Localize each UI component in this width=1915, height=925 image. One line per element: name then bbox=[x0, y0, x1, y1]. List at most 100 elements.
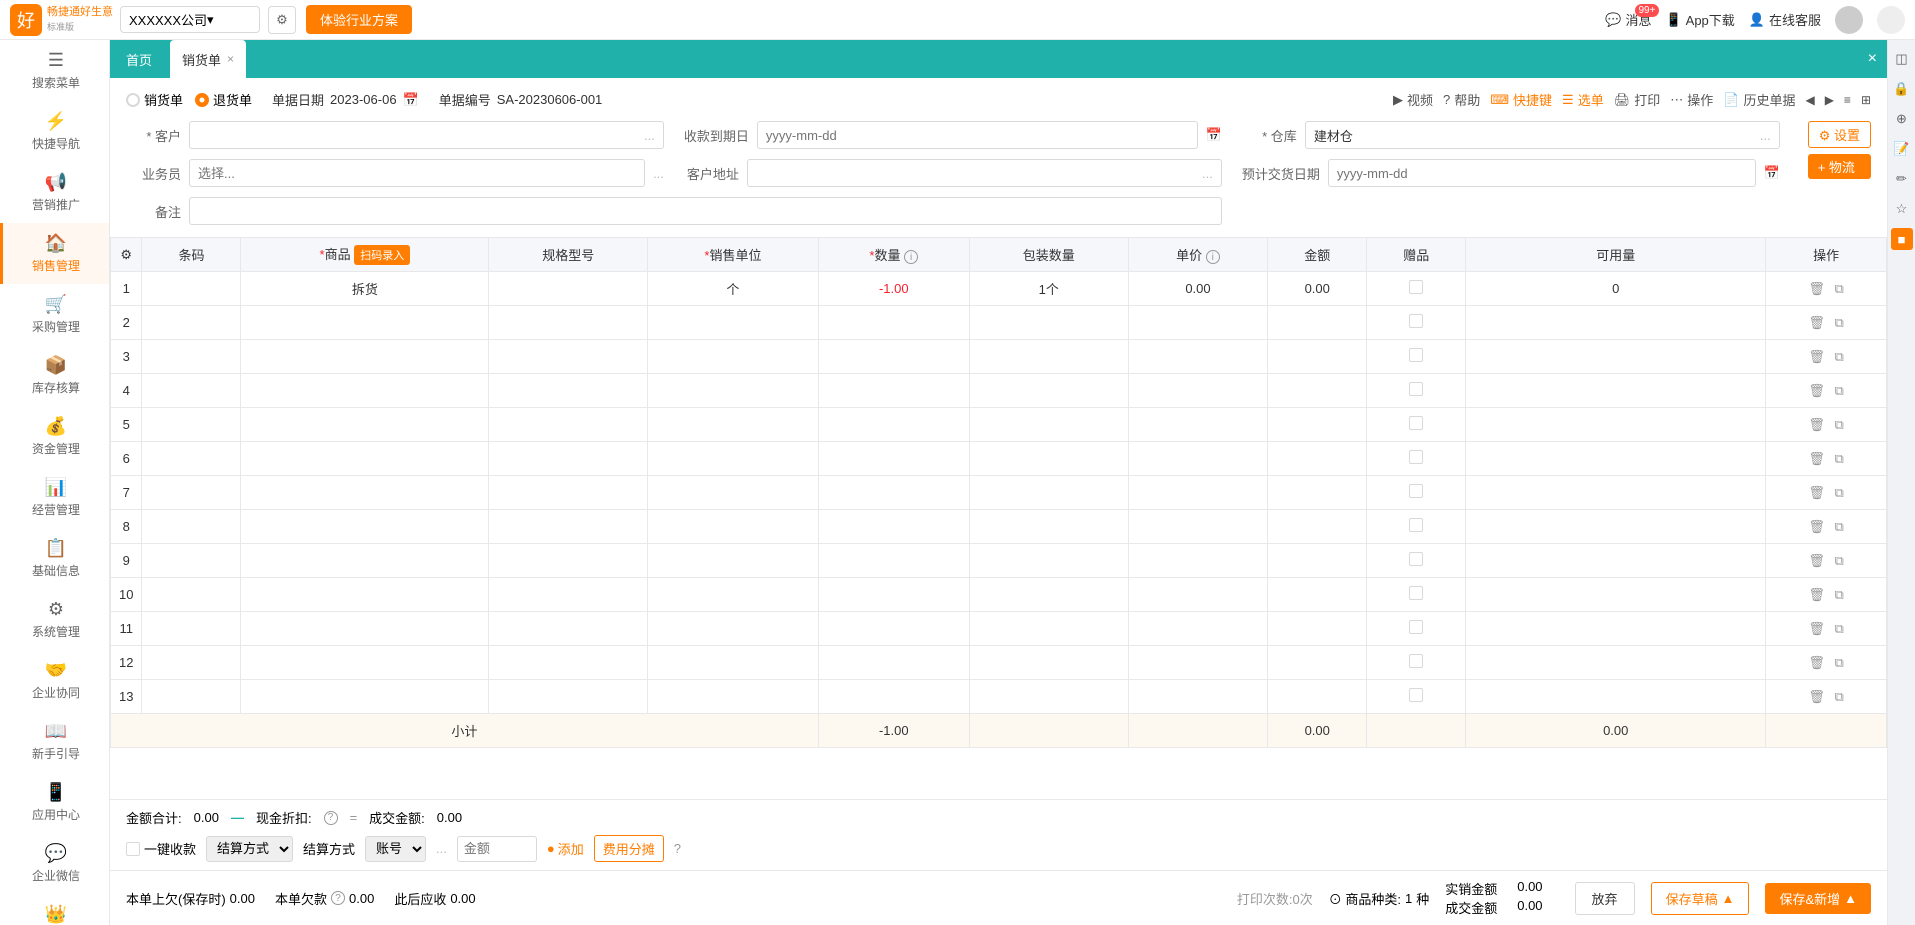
row-product[interactable] bbox=[241, 408, 489, 442]
row-amount[interactable] bbox=[1268, 408, 1367, 442]
account-select[interactable]: 账号 bbox=[365, 836, 426, 862]
delivery-input[interactable] bbox=[1328, 159, 1756, 187]
row-gift[interactable] bbox=[1367, 510, 1466, 544]
row-unit[interactable] bbox=[648, 442, 819, 476]
copy-icon[interactable]: ⧉ bbox=[1835, 689, 1844, 704]
row-spec[interactable] bbox=[489, 578, 648, 612]
qty-info-icon[interactable]: i bbox=[904, 250, 918, 264]
row-gift[interactable] bbox=[1367, 442, 1466, 476]
row-gift[interactable] bbox=[1367, 578, 1466, 612]
row-pkg[interactable] bbox=[969, 408, 1128, 442]
sidebar-item-inventory[interactable]: 📦 库存核算 bbox=[0, 345, 109, 406]
warehouse-input[interactable]: 建材仓 ... bbox=[1305, 121, 1780, 149]
row-spec[interactable] bbox=[489, 408, 648, 442]
row-qty[interactable]: -1.00 bbox=[818, 272, 969, 306]
copy-icon[interactable]: ⧉ bbox=[1835, 587, 1844, 602]
row-product[interactable] bbox=[241, 578, 489, 612]
row-barcode[interactable] bbox=[142, 646, 241, 680]
app-download-button[interactable]: 📱 App下载 bbox=[1665, 10, 1734, 29]
row-amount[interactable] bbox=[1268, 340, 1367, 374]
row-unit[interactable] bbox=[648, 544, 819, 578]
right-icon-7[interactable]: ■ bbox=[1891, 228, 1913, 250]
right-icon-2[interactable]: 🔒 bbox=[1891, 78, 1913, 100]
row-amount[interactable] bbox=[1268, 612, 1367, 646]
address-input[interactable]: ... bbox=[747, 159, 1222, 187]
calendar-icon[interactable]: 📅 bbox=[403, 92, 419, 108]
right-icon-4[interactable]: 📝 bbox=[1891, 138, 1913, 160]
video-btn[interactable]: ▶ 视频 bbox=[1393, 90, 1433, 109]
gift-checkbox[interactable] bbox=[1409, 552, 1423, 566]
row-product[interactable]: 拆货 bbox=[241, 272, 489, 306]
row-product[interactable] bbox=[241, 646, 489, 680]
service-button[interactable]: 👤 在线客服 bbox=[1749, 10, 1821, 29]
row-pkg[interactable]: 1个 bbox=[969, 272, 1128, 306]
gift-checkbox[interactable] bbox=[1409, 314, 1423, 328]
delete-icon[interactable]: 🗑 bbox=[1808, 587, 1825, 602]
copy-icon[interactable]: ⧉ bbox=[1835, 485, 1844, 500]
row-amount[interactable] bbox=[1268, 510, 1367, 544]
copy-icon[interactable]: ⧉ bbox=[1835, 621, 1844, 636]
sidebar-item-finance[interactable]: 💰 资金管理 bbox=[0, 406, 109, 467]
delete-icon[interactable]: 🗑 bbox=[1808, 315, 1825, 330]
row-gift[interactable] bbox=[1367, 612, 1466, 646]
row-pkg[interactable] bbox=[969, 612, 1128, 646]
row-qty[interactable] bbox=[818, 408, 969, 442]
customer-input[interactable]: ... bbox=[189, 121, 664, 149]
payment-amount-input[interactable] bbox=[457, 836, 537, 862]
row-barcode[interactable] bbox=[142, 510, 241, 544]
row-product[interactable] bbox=[241, 442, 489, 476]
row-gift[interactable] bbox=[1367, 476, 1466, 510]
salesperson-dots[interactable]: ... bbox=[653, 166, 664, 181]
sidebar-item-system[interactable]: ⚙ 系统管理 bbox=[0, 589, 109, 650]
row-amount[interactable] bbox=[1268, 476, 1367, 510]
abandon-button[interactable]: 放弃 bbox=[1575, 882, 1635, 915]
save-draft-button[interactable]: 保存草稿 ▲ bbox=[1651, 882, 1750, 915]
tab-sales-order[interactable]: 销货单 × bbox=[170, 40, 246, 78]
copy-icon[interactable]: ⧉ bbox=[1835, 417, 1844, 432]
row-product[interactable] bbox=[241, 476, 489, 510]
total-owe-icon[interactable]: ? bbox=[331, 891, 345, 905]
row-pkg[interactable] bbox=[969, 578, 1128, 612]
tab-close-icon[interactable]: × bbox=[227, 52, 234, 66]
copy-icon[interactable]: ⧉ bbox=[1835, 553, 1844, 568]
row-qty[interactable] bbox=[818, 442, 969, 476]
copy-icon[interactable]: ⧉ bbox=[1835, 519, 1844, 534]
history-btn[interactable]: 📄 历史单据 bbox=[1723, 90, 1795, 109]
row-price[interactable] bbox=[1128, 510, 1268, 544]
row-unit[interactable] bbox=[648, 340, 819, 374]
delete-icon[interactable]: 🗑 bbox=[1808, 553, 1825, 568]
gift-checkbox[interactable] bbox=[1409, 416, 1423, 430]
row-spec[interactable] bbox=[489, 612, 648, 646]
sidebar-item-search[interactable]: ☰ 搜索菜单 bbox=[0, 40, 109, 101]
row-qty[interactable] bbox=[818, 306, 969, 340]
copy-icon[interactable]: ⧉ bbox=[1835, 281, 1844, 296]
row-qty[interactable] bbox=[818, 680, 969, 714]
expense-button[interactable]: 费用分摊 bbox=[594, 835, 664, 862]
right-icon-6[interactable]: ☆ bbox=[1891, 198, 1913, 220]
row-spec[interactable] bbox=[489, 306, 648, 340]
form-settings-button[interactable]: ⚙ 设置 bbox=[1808, 121, 1871, 148]
gift-checkbox[interactable] bbox=[1409, 586, 1423, 600]
row-pkg[interactable] bbox=[969, 544, 1128, 578]
flow-button[interactable]: + 物流 bbox=[1808, 154, 1871, 179]
price-info-icon[interactable]: i bbox=[1206, 250, 1220, 264]
row-barcode[interactable] bbox=[142, 544, 241, 578]
row-product[interactable] bbox=[241, 510, 489, 544]
row-unit[interactable] bbox=[648, 680, 819, 714]
row-qty[interactable] bbox=[818, 374, 969, 408]
radio-return[interactable]: 退货单 bbox=[195, 90, 252, 109]
avatar[interactable] bbox=[1835, 6, 1863, 34]
copy-icon[interactable]: ⧉ bbox=[1835, 349, 1844, 364]
sidebar-item-apps[interactable]: 📱 应用中心 bbox=[0, 772, 109, 833]
row-product[interactable] bbox=[241, 374, 489, 408]
tab-bar-close-icon[interactable]: × bbox=[1868, 50, 1877, 68]
row-spec[interactable] bbox=[489, 646, 648, 680]
row-pkg[interactable] bbox=[969, 646, 1128, 680]
sidebar-item-sales[interactable]: 🏠 销售管理 bbox=[0, 223, 109, 284]
row-unit[interactable] bbox=[648, 476, 819, 510]
sidebar-item-guide[interactable]: 📖 新手引导 bbox=[0, 711, 109, 772]
row-barcode[interactable] bbox=[142, 476, 241, 510]
right-icon-5[interactable]: ✏ bbox=[1891, 168, 1913, 190]
row-barcode[interactable] bbox=[142, 442, 241, 476]
row-price[interactable] bbox=[1128, 340, 1268, 374]
